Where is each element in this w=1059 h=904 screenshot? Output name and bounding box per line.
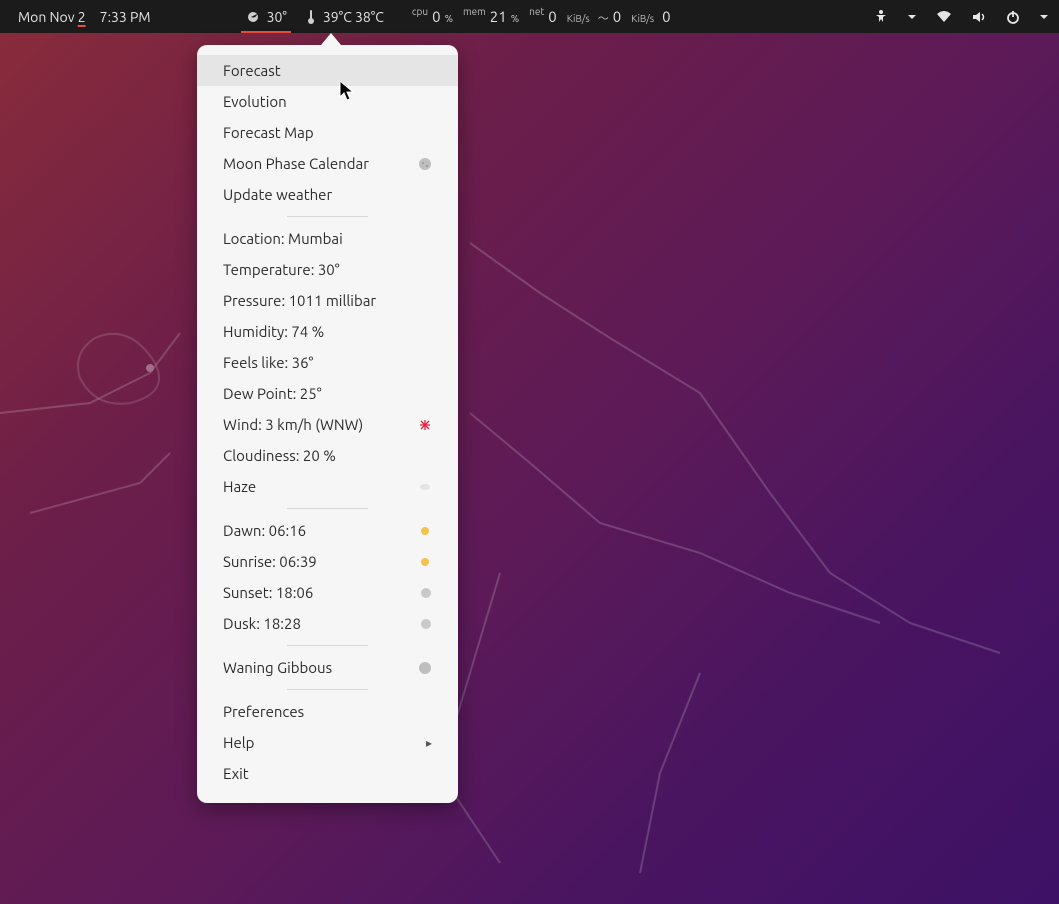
compass-icon — [416, 418, 432, 432]
info-cloudiness: Cloudiness: 20 % — [197, 440, 458, 471]
mem-label: mem — [463, 6, 486, 17]
cpu-value: 0 — [432, 8, 440, 25]
weather-dropdown-menu: Forecast Evolution Forecast Map Moon Pha… — [197, 45, 458, 803]
haze-icon — [416, 482, 432, 492]
net-label: net — [529, 6, 544, 17]
info-feels-like: Feels like: 36° — [197, 347, 458, 378]
menu-separator — [287, 645, 368, 646]
topbar-right — [873, 9, 1049, 25]
kibs-unit-2: KiB/s — [631, 13, 654, 24]
info-temperature: Temperature: 30° — [197, 254, 458, 285]
net-up-stat[interactable]: KiB/s 0 — [631, 8, 670, 25]
mem-unit: % — [511, 13, 519, 24]
moon-icon — [416, 157, 432, 171]
weather-temp-2: 39°C 38°C — [323, 9, 384, 25]
topbar-left: Mon Nov 2 7:33 PM — [18, 9, 151, 25]
menu-forecast[interactable]: Forecast — [197, 55, 458, 86]
cpu-unit: % — [445, 13, 453, 24]
cpu-label: cpu — [412, 6, 428, 17]
menu-separator — [287, 216, 368, 217]
wallpaper-art — [0, 33, 1059, 904]
weather-temp-1: 30° — [267, 9, 287, 25]
power-icon[interactable] — [1005, 9, 1021, 25]
menu-help[interactable]: Help ▸ — [197, 727, 458, 758]
moon-small-icon — [416, 587, 432, 599]
chevron-down-icon[interactable] — [1039, 12, 1049, 22]
info-sunrise: Sunrise: 06:39 — [197, 546, 458, 577]
mem-value: 21 — [490, 8, 507, 25]
info-moon-state: Waning Gibbous — [197, 652, 458, 683]
menu-moon-phase-calendar[interactable]: Moon Phase Calendar — [197, 148, 458, 179]
info-dew-point: Dew Point: 25° — [197, 378, 458, 409]
info-dusk: Dusk: 18:28 — [197, 608, 458, 639]
weather-indicator-current[interactable]: 30° — [241, 9, 291, 25]
date-day: 2 — [78, 9, 86, 25]
info-location: Location: Mumbai — [197, 223, 458, 254]
chevron-down-icon[interactable] — [907, 12, 917, 22]
kibs-unit-1: KiB/s — [567, 13, 590, 24]
topbar-weather: 30° 39°C 38°C — [241, 9, 388, 25]
date-label[interactable]: Mon Nov 2 — [18, 9, 86, 25]
date-prefix: Mon Nov — [18, 9, 78, 25]
accessibility-icon[interactable] — [873, 9, 889, 25]
topbar-system-stats: cpu 0 % mem 21 % net 0 KiB/s 〜 0 KiB/s 0 — [412, 8, 671, 26]
volume-icon[interactable] — [971, 9, 987, 25]
menu-exit[interactable]: Exit — [197, 758, 458, 789]
info-haze: Haze — [197, 471, 458, 502]
info-humidity: Humidity: 74 % — [197, 316, 458, 347]
mem-stat[interactable]: mem 21 % — [463, 8, 519, 25]
menu-pointer — [321, 33, 341, 45]
menu-preferences[interactable]: Preferences — [197, 696, 458, 727]
submenu-arrow-icon: ▸ — [416, 736, 432, 750]
time-label[interactable]: 7:33 PM — [100, 9, 151, 25]
wifi-icon[interactable] — [935, 9, 953, 25]
sun-icon — [416, 555, 432, 569]
net-stat[interactable]: net 0 — [529, 8, 557, 25]
kibs-down-value: 0 — [613, 8, 621, 25]
cpu-stat[interactable]: cpu 0 % — [412, 8, 453, 25]
info-pressure: Pressure: 1011 millibar — [197, 285, 458, 316]
net-down-stat[interactable]: KiB/s 〜 0 — [567, 8, 621, 26]
info-sunset: Sunset: 18:06 — [197, 577, 458, 608]
menu-forecast-map[interactable]: Forecast Map — [197, 117, 458, 148]
sun-icon — [416, 524, 432, 538]
weather-indicator-secondary[interactable]: 39°C 38°C — [301, 9, 388, 25]
menu-evolution[interactable]: Evolution — [197, 86, 458, 117]
moon-icon — [416, 661, 432, 675]
menu-separator — [287, 689, 368, 690]
net-value: 0 — [548, 8, 556, 25]
info-wind: Wind: 3 km/h (WNW) — [197, 409, 458, 440]
moon-haze-icon — [245, 9, 261, 25]
thermometer-icon — [305, 9, 317, 25]
top-bar: Mon Nov 2 7:33 PM 30° 39°C 38°C cpu 0 % … — [0, 0, 1059, 33]
moon-small-icon — [416, 618, 432, 630]
info-dawn: Dawn: 06:16 — [197, 515, 458, 546]
menu-update-weather[interactable]: Update weather — [197, 179, 458, 210]
menu-separator — [287, 508, 368, 509]
kibs-up-value: 0 — [662, 8, 670, 25]
